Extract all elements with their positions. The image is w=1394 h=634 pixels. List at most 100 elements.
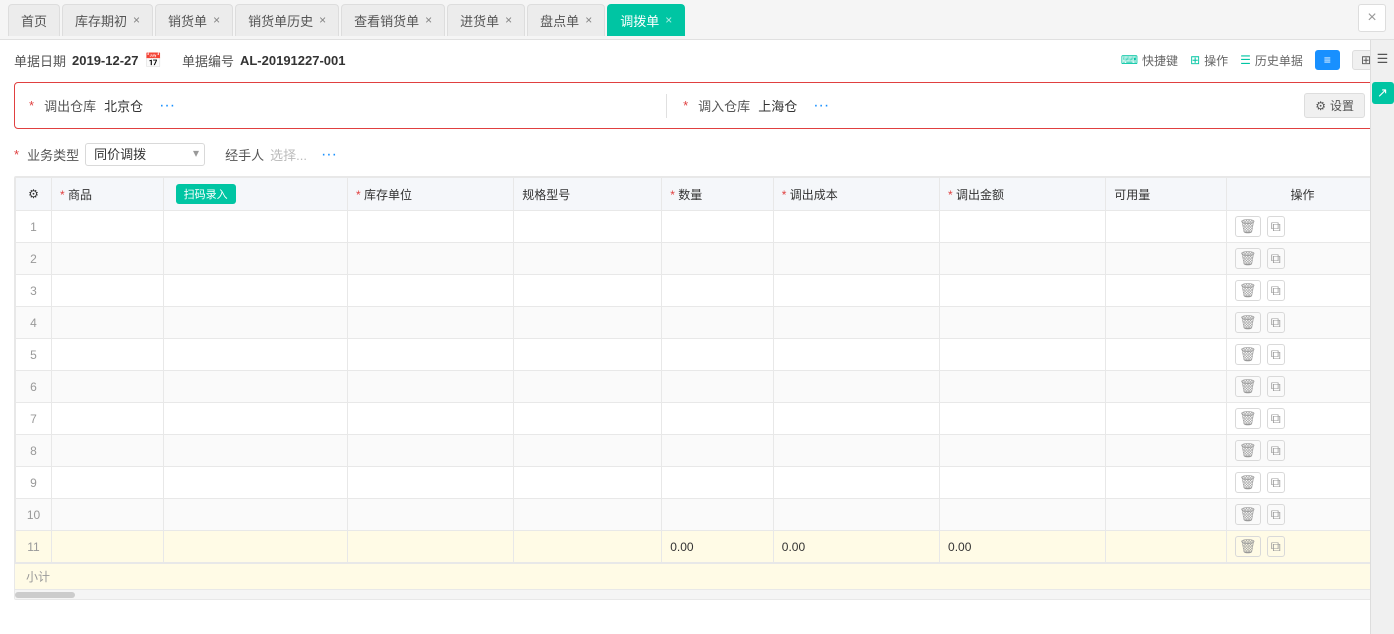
product-cell[interactable] (52, 211, 164, 243)
calendar-icon[interactable]: 📅 (145, 52, 162, 69)
copy-icon[interactable]: ⧉ (1267, 216, 1285, 237)
tab-view-sales[interactable]: 查看销货单 × (341, 4, 445, 36)
close-window-button[interactable]: × (1358, 4, 1386, 32)
scan-cell (163, 211, 347, 243)
scan-button[interactable]: 扫码录入 (176, 184, 236, 204)
tab-purchase[interactable]: 进货单 × (447, 4, 525, 36)
delete-icon[interactable]: 🗑 (1235, 312, 1261, 333)
product-cell[interactable] (52, 339, 164, 371)
amount-cell (940, 275, 1106, 307)
product-cell[interactable] (52, 403, 164, 435)
delete-icon[interactable]: 🗑 (1235, 536, 1261, 557)
unit-cell (347, 403, 513, 435)
side-export-icon[interactable]: ↗ (1372, 82, 1394, 104)
product-cell[interactable] (52, 275, 164, 307)
business-type-star: * (14, 147, 19, 162)
delete-icon[interactable]: 🗑 (1235, 472, 1261, 493)
out-warehouse-more-btn[interactable]: ··· (159, 97, 175, 115)
in-warehouse-more-btn[interactable]: ··· (813, 97, 829, 115)
amount-cell (940, 499, 1106, 531)
tab-sales-order-close[interactable]: × (213, 13, 220, 27)
scrollbar-thumb[interactable] (15, 592, 75, 598)
tab-home[interactable]: 首页 (8, 4, 60, 36)
horizontal-scrollbar[interactable] (15, 589, 1379, 599)
copy-icon[interactable]: ⧉ (1267, 344, 1285, 365)
row-num: 6 (16, 371, 52, 403)
spec-cell (514, 211, 662, 243)
side-list-icon[interactable]: ☰ (1372, 48, 1394, 70)
tab-view-sales-close[interactable]: × (425, 13, 432, 27)
spec-cell (514, 435, 662, 467)
scan-cell (163, 275, 347, 307)
tab-sales-history[interactable]: 销货单历史 × (235, 4, 339, 36)
scan-cell (163, 243, 347, 275)
product-cell[interactable] (52, 467, 164, 499)
available-cell (1106, 371, 1227, 403)
product-cell[interactable] (52, 371, 164, 403)
table-row: 5🗑⧉ (16, 339, 1379, 371)
copy-icon[interactable]: ⧉ (1267, 312, 1285, 333)
product-cell[interactable] (52, 243, 164, 275)
tab-purchase-close[interactable]: × (505, 13, 512, 27)
delete-icon[interactable]: 🗑 (1235, 440, 1261, 461)
col-gear[interactable]: ⚙ (16, 178, 52, 211)
delete-icon[interactable]: 🗑 (1235, 344, 1261, 365)
copy-icon[interactable]: ⧉ (1267, 248, 1285, 269)
in-warehouse-label: 调入仓库 (698, 96, 750, 115)
qty-cell (662, 243, 774, 275)
delete-icon[interactable]: 🗑 (1235, 376, 1261, 397)
delete-icon[interactable]: 🗑 (1235, 504, 1261, 525)
in-warehouse-value[interactable]: 上海仓 (758, 96, 797, 115)
tab-stocktake[interactable]: 盘点单 × (527, 4, 605, 36)
product-cell[interactable] (52, 307, 164, 339)
out-warehouse-value[interactable]: 北京仓 (104, 96, 143, 115)
tab-stocktake-close[interactable]: × (585, 13, 592, 27)
copy-icon[interactable]: ⧉ (1267, 376, 1285, 397)
delete-icon[interactable]: 🗑 (1235, 248, 1261, 269)
available-cell (1106, 467, 1227, 499)
tab-transfer-close[interactable]: × (665, 13, 672, 27)
ops-cell: 🗑⧉ (1226, 243, 1378, 275)
business-type-select[interactable]: 同价调拨 (85, 143, 205, 166)
subtotal-empty3 (514, 531, 662, 563)
settings-button[interactable]: ⚙ 设置 (1304, 93, 1365, 118)
handler-input[interactable]: 选择... (270, 145, 307, 164)
tab-inventory-init[interactable]: 库存期初 × (62, 4, 153, 36)
delete-icon[interactable]: 🗑 (1235, 408, 1261, 429)
copy-icon[interactable]: ⧉ (1267, 280, 1285, 301)
copy-icon[interactable]: ⧉ (1267, 536, 1285, 557)
tab-inventory-init-close[interactable]: × (133, 13, 140, 27)
history-btn[interactable]: ☰ 历史单据 (1240, 52, 1303, 69)
table-row: 4🗑⧉ (16, 307, 1379, 339)
copy-icon[interactable]: ⧉ (1267, 440, 1285, 461)
handler-more-btn[interactable]: ··· (321, 146, 337, 164)
out-warehouse-group: * 调出仓库 北京仓 ··· (29, 96, 650, 115)
cost-cell (773, 339, 939, 371)
table-row: 6 🗑 ⧉ (16, 371, 1379, 403)
copy-icon[interactable]: ⧉ (1267, 504, 1285, 525)
product-cell[interactable] (52, 435, 164, 467)
product-cell[interactable] (52, 499, 164, 531)
business-type-select-wrap[interactable]: 同价调拨 (85, 143, 205, 166)
spec-cell (514, 275, 662, 307)
col-spec: 规格型号 (514, 178, 662, 211)
delete-icon[interactable]: 🗑 (1235, 216, 1261, 237)
tab-sales-order[interactable]: 销货单 × (155, 4, 233, 36)
cost-cell (773, 307, 939, 339)
in-warehouse-group: * 调入仓库 上海仓 ··· (683, 96, 1304, 115)
copy-icon[interactable]: ⧉ (1267, 408, 1285, 429)
col-amount: * 调出金额 (940, 178, 1106, 211)
amount-cell (940, 435, 1106, 467)
delete-icon[interactable]: 🗑 (1235, 280, 1261, 301)
spec-cell (514, 243, 662, 275)
scan-cell (163, 339, 347, 371)
tab-sales-history-close[interactable]: × (319, 13, 326, 27)
operation-btn[interactable]: ⊞ 操作 (1190, 52, 1228, 69)
list-view-btn[interactable]: ≡ (1315, 50, 1340, 70)
unit-cell (347, 499, 513, 531)
tab-transfer[interactable]: 调拨单 × (607, 4, 685, 36)
available-cell (1106, 243, 1227, 275)
shortcut-btn[interactable]: ⌨ 快捷键 (1121, 52, 1178, 69)
row-num: 7 (16, 403, 52, 435)
copy-icon[interactable]: ⧉ (1267, 472, 1285, 493)
